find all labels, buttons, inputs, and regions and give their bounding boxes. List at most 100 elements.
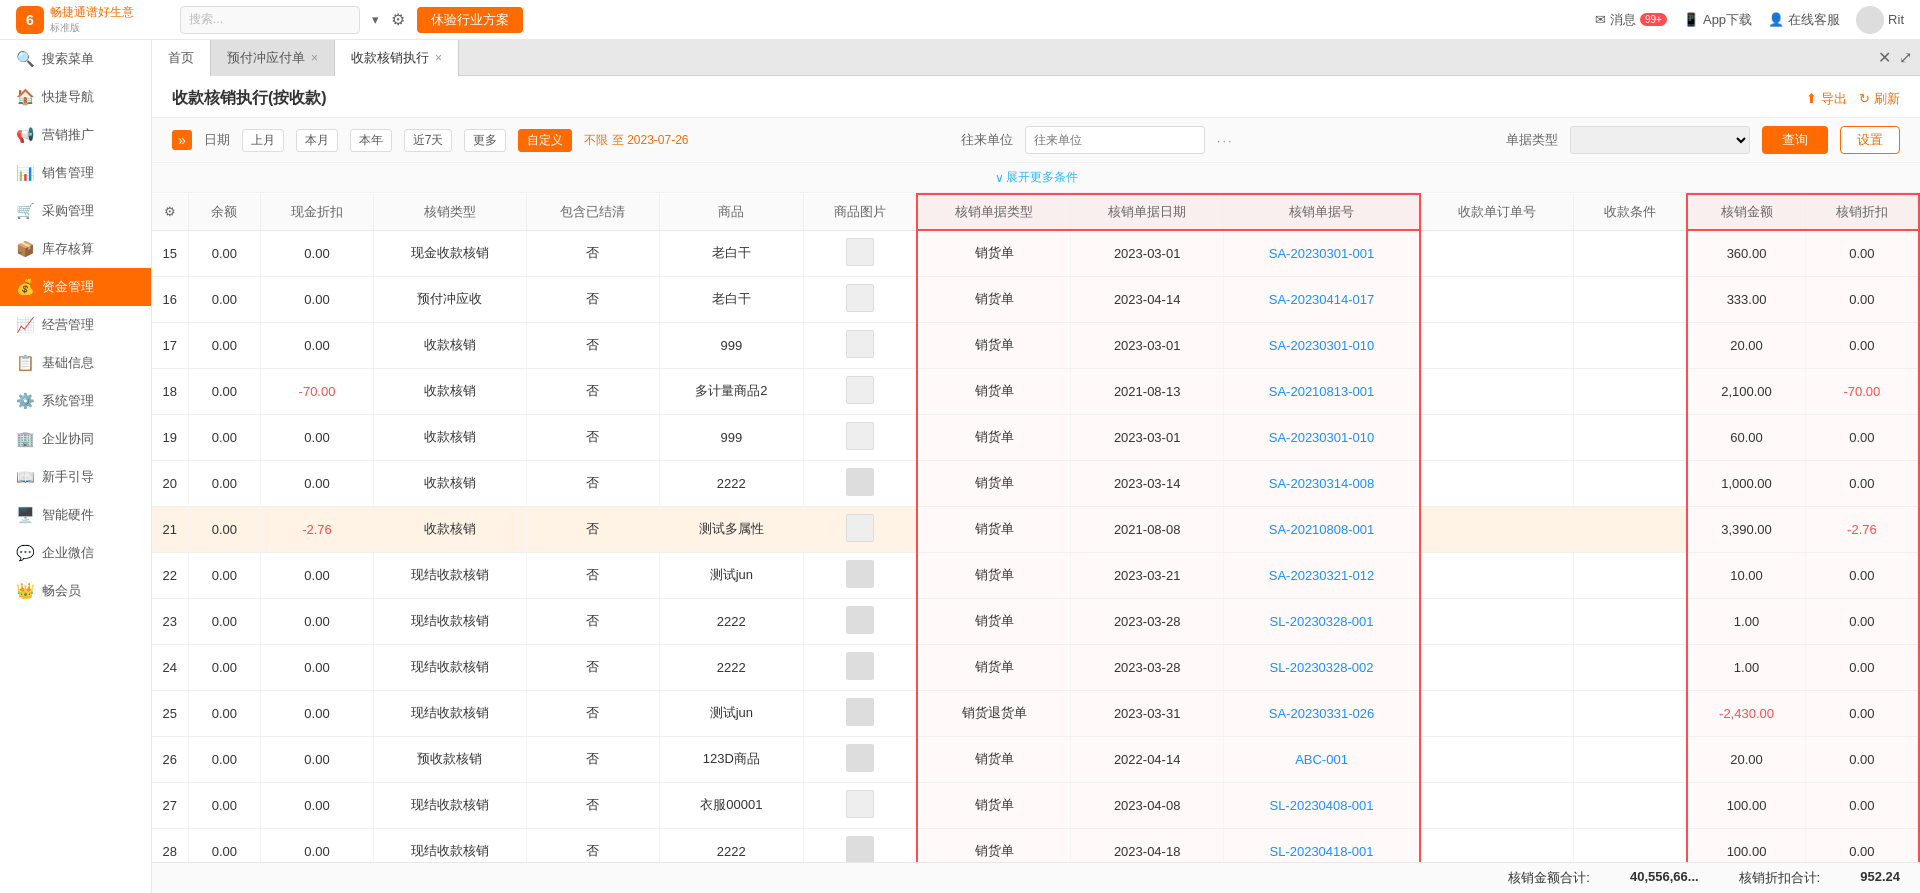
cell-bill-no[interactable]: SL-20230418-001	[1224, 828, 1420, 862]
online-service-group[interactable]: 👤 在线客服	[1768, 11, 1840, 29]
cell-bill-no[interactable]: SL-20230328-001	[1224, 598, 1420, 644]
cell-included: 否	[526, 276, 659, 322]
bill-no-link[interactable]: SA-20230321-012	[1269, 568, 1375, 583]
sidebar-item-inventory[interactable]: 📦 库存核算	[0, 230, 151, 268]
bill-no-link[interactable]: SA-20210808-001	[1269, 522, 1375, 537]
export-button[interactable]: ⬆ 导出	[1806, 90, 1847, 108]
sidebar-item-marketing[interactable]: 📢 营销推广	[0, 116, 151, 154]
sidebar-label-finance: 资金管理	[42, 278, 94, 296]
this-year-button[interactable]: 本年	[350, 129, 392, 152]
sidebar-item-nav[interactable]: 🏠 快捷导航	[0, 78, 151, 116]
cell-receipt-cond	[1574, 230, 1688, 276]
top-search-box[interactable]: 搜索...	[180, 6, 360, 34]
message-icon: ✉	[1595, 12, 1606, 27]
table-row: 23 0.00 0.00 现结收款核销 否 2222 销货单 2023-03-2…	[152, 598, 1919, 644]
cell-receipt-cond	[1574, 736, 1688, 782]
sidebar-item-member[interactable]: 👑 畅会员	[0, 572, 151, 610]
gear-icon[interactable]: ⚙	[391, 10, 405, 29]
sidebar-item-purchase[interactable]: 🛒 采购管理	[0, 192, 151, 230]
bill-no-link[interactable]: SA-20230301-010	[1269, 430, 1375, 445]
sidebar-item-ops[interactable]: 📈 经营管理	[0, 306, 151, 344]
expand-window-icon[interactable]: ⤢	[1899, 48, 1912, 67]
bill-no-link[interactable]: ABC-001	[1295, 752, 1348, 767]
cell-bill-no[interactable]: ABC-001	[1224, 736, 1420, 782]
cell-bill-no[interactable]: SA-20210813-001	[1224, 368, 1420, 414]
bill-no-link[interactable]: SA-20230331-026	[1269, 706, 1375, 721]
cell-bill-no[interactable]: SA-20230301-001	[1224, 230, 1420, 276]
table-row: 18 0.00 -70.00 收款核销 否 多计量商品2 销货单 2021-08…	[152, 368, 1919, 414]
service-icon: 👤	[1768, 12, 1784, 27]
bill-no-link[interactable]: SL-20230408-001	[1269, 798, 1373, 813]
phone-icon: 📱	[1683, 12, 1699, 27]
cell-bill-no[interactable]: SA-20230301-010	[1224, 414, 1420, 460]
expand-conditions-button[interactable]: ∨ 展开更多条件	[995, 169, 1078, 186]
cell-included: 否	[526, 690, 659, 736]
bill-no-link[interactable]: SA-20210813-001	[1269, 384, 1375, 399]
cell-bill-type: 销货单	[917, 230, 1071, 276]
collapse-filter-button[interactable]: »	[172, 130, 192, 150]
sidebar-item-guide[interactable]: 📖 新手引导	[0, 458, 151, 496]
from-unit-input[interactable]	[1025, 126, 1205, 154]
sidebar-item-sales[interactable]: 📊 销售管理	[0, 154, 151, 192]
bill-no-link[interactable]: SL-20230418-001	[1269, 844, 1373, 859]
tab-prepay-close[interactable]: ×	[311, 51, 318, 65]
receipt-type-select[interactable]	[1570, 126, 1750, 154]
message-icon-group[interactable]: ✉ 消息 99+	[1595, 11, 1667, 29]
cell-bill-type: 销货单	[917, 598, 1071, 644]
last-7-days-button[interactable]: 近7天	[404, 129, 453, 152]
avatar	[1856, 6, 1884, 34]
sidebar-item-search[interactable]: 🔍 搜索菜单	[0, 40, 151, 78]
date-filter-label: 日期	[204, 131, 230, 149]
sidebar-label-member: 畅会员	[42, 582, 81, 600]
cell-bill-no[interactable]: SA-20230301-010	[1224, 322, 1420, 368]
cell-bill-no[interactable]: SA-20230331-026	[1224, 690, 1420, 736]
cell-bill-no[interactable]: SA-20230414-017	[1224, 276, 1420, 322]
cell-goods-img	[803, 414, 917, 460]
cell-goods: 衣服00001	[659, 782, 803, 828]
sidebar-item-finance[interactable]: 💰 资金管理	[0, 268, 151, 306]
tab-prepay[interactable]: 预付冲应付单 ×	[211, 40, 335, 76]
close-window-icon[interactable]: ✕	[1878, 48, 1891, 67]
cell-bill-no[interactable]: SA-20230321-012	[1224, 552, 1420, 598]
bill-no-link[interactable]: SA-20230314-008	[1269, 476, 1375, 491]
cell-bill-no[interactable]: SA-20210808-001	[1224, 506, 1420, 552]
this-month-button[interactable]: 本月	[296, 129, 338, 152]
cell-discount: 0.00	[1805, 644, 1919, 690]
sidebar-item-info[interactable]: 📋 基础信息	[0, 344, 151, 382]
query-button[interactable]: 查询	[1762, 126, 1828, 154]
search-placeholder: 搜索...	[189, 11, 223, 28]
bill-no-link[interactable]: SA-20230301-010	[1269, 338, 1375, 353]
bill-no-link[interactable]: SA-20230301-001	[1269, 246, 1375, 261]
tab-receipt-close[interactable]: ×	[435, 51, 442, 65]
more-date-button[interactable]: 更多	[464, 129, 506, 152]
cell-amount: 100.00	[1687, 782, 1805, 828]
cell-bill-no[interactable]: SL-20230408-001	[1224, 782, 1420, 828]
sidebar-label-search: 搜索菜单	[42, 50, 94, 68]
sidebar-item-hardware[interactable]: 🖥️ 智能硬件	[0, 496, 151, 534]
bill-no-link[interactable]: SL-20230328-002	[1269, 660, 1373, 675]
industry-button[interactable]: 休验行业方案	[417, 7, 523, 33]
sidebar-item-corp[interactable]: 🏢 企业协同	[0, 420, 151, 458]
user-avatar-group[interactable]: Rit	[1856, 6, 1904, 34]
sidebar-item-wechat[interactable]: 💬 企业微信	[0, 534, 151, 572]
bill-no-link[interactable]: SL-20230328-001	[1269, 614, 1373, 629]
sidebar-item-system[interactable]: ⚙️ 系统管理	[0, 382, 151, 420]
logo-name: 畅捷通谱好生意	[50, 4, 134, 21]
refresh-button[interactable]: ↻ 刷新	[1859, 90, 1900, 108]
cell-bill-no[interactable]: SL-20230328-002	[1224, 644, 1420, 690]
cell-bill-type: 销货单	[917, 322, 1071, 368]
bill-no-link[interactable]: SA-20230414-017	[1269, 292, 1375, 307]
cell-remainder: 0.00	[188, 322, 261, 368]
tab-receipt[interactable]: 收款核销执行 ×	[335, 40, 459, 76]
custom-date-button[interactable]: 自定义	[518, 129, 572, 152]
settings-button[interactable]: 设置	[1840, 126, 1900, 154]
cell-bill-no[interactable]: SA-20230314-008	[1224, 460, 1420, 506]
th-gear[interactable]: ⚙	[152, 194, 188, 230]
chevron-down-icon[interactable]: ▾	[372, 12, 379, 27]
tab-bar-actions: ✕ ⤢	[1878, 48, 1920, 67]
last-month-button[interactable]: 上月	[242, 129, 284, 152]
cell-included: 否	[526, 644, 659, 690]
table-wrapper[interactable]: ⚙ 余额 现金折扣 核销类型 包含已结清 商品 商品图片 核销单据类型 核销单据…	[152, 193, 1920, 862]
tab-home[interactable]: 首页	[152, 40, 211, 76]
app-download-group[interactable]: 📱 App下载	[1683, 11, 1752, 29]
